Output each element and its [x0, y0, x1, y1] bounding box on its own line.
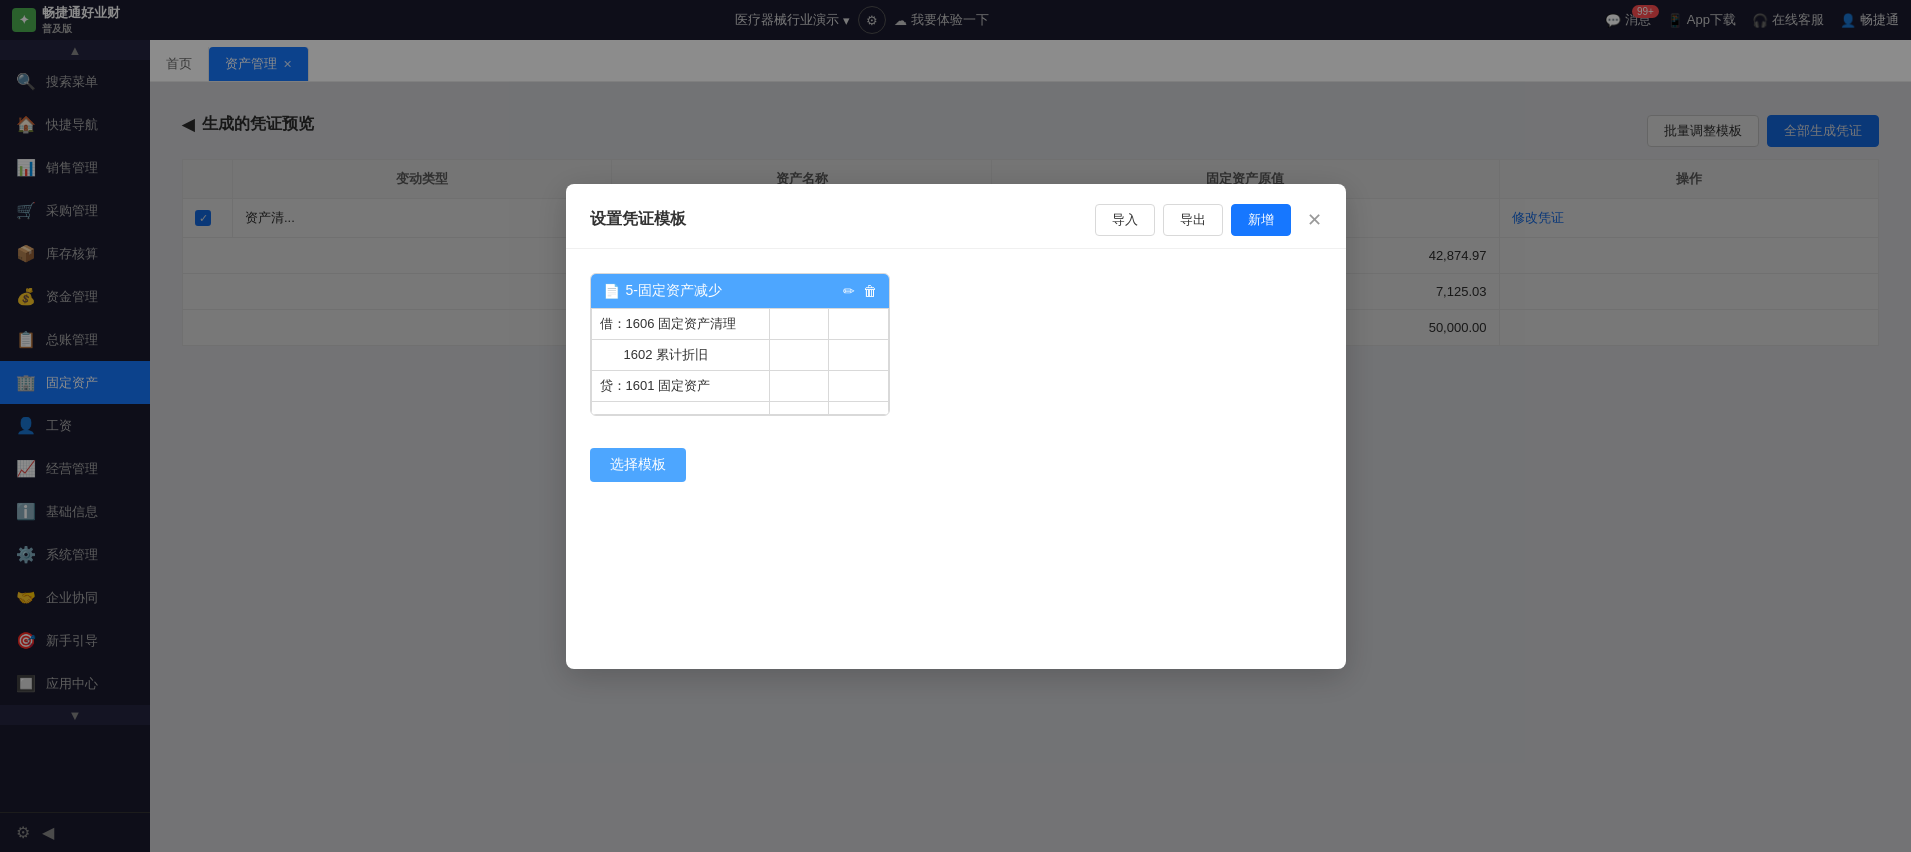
- template-accounts-table: 借：1606 固定资产清理 1602 累计折旧 贷：1601 固定资产: [591, 308, 889, 415]
- amount-col-6: [829, 370, 888, 401]
- template-doc-icon: 📄: [603, 283, 620, 299]
- account-entry-1: 借：1606 固定资产清理: [591, 308, 769, 339]
- new-template-btn[interactable]: 新增: [1231, 204, 1291, 236]
- account-entry-4: [591, 401, 769, 414]
- modal-header: 设置凭证模板 导入 导出 新增 ✕: [566, 184, 1346, 249]
- select-template-btn[interactable]: 选择模板: [590, 448, 686, 482]
- modal-overlay[interactable]: 设置凭证模板 导入 导出 新增 ✕ 📄 5-固定资产减少 ✏ 🗑: [0, 0, 1911, 852]
- amount-col-3: [769, 339, 828, 370]
- amount-col-8: [829, 401, 888, 414]
- template-row-3: 贷：1601 固定资产: [591, 370, 888, 401]
- modal-body: 📄 5-固定资产减少 ✏ 🗑 借：1606 固定资产清理: [566, 249, 1346, 669]
- modal-header-actions: 导入 导出 新增 ✕: [1095, 204, 1322, 236]
- template-header-label: 5-固定资产减少: [626, 282, 722, 300]
- amount-col-2: [829, 308, 888, 339]
- template-card-header-left: 📄 5-固定资产减少: [603, 282, 722, 300]
- account-entry-3: 贷：1601 固定资产: [591, 370, 769, 401]
- account-entry-2: 1602 累计折旧: [591, 339, 769, 370]
- amount-col-5: [769, 370, 828, 401]
- template-card: 📄 5-固定资产减少 ✏ 🗑 借：1606 固定资产清理: [590, 273, 890, 416]
- template-delete-icon[interactable]: 🗑: [863, 283, 877, 299]
- template-card-header-actions: ✏ 🗑: [843, 283, 877, 299]
- amount-col-1: [769, 308, 828, 339]
- export-btn[interactable]: 导出: [1163, 204, 1223, 236]
- template-row-4: [591, 401, 888, 414]
- select-template-wrapper: 选择模板: [590, 432, 1322, 482]
- amount-col-7: [769, 401, 828, 414]
- template-edit-icon[interactable]: ✏: [843, 283, 855, 299]
- amount-col-4: [829, 339, 888, 370]
- template-row-2: 1602 累计折旧: [591, 339, 888, 370]
- template-card-header: 📄 5-固定资产减少 ✏ 🗑: [591, 274, 889, 308]
- modal-close-btn[interactable]: ✕: [1307, 209, 1322, 231]
- modal-title: 设置凭证模板: [590, 209, 686, 230]
- voucher-template-modal: 设置凭证模板 导入 导出 新增 ✕ 📄 5-固定资产减少 ✏ 🗑: [566, 184, 1346, 669]
- template-row-1: 借：1606 固定资产清理: [591, 308, 888, 339]
- import-btn[interactable]: 导入: [1095, 204, 1155, 236]
